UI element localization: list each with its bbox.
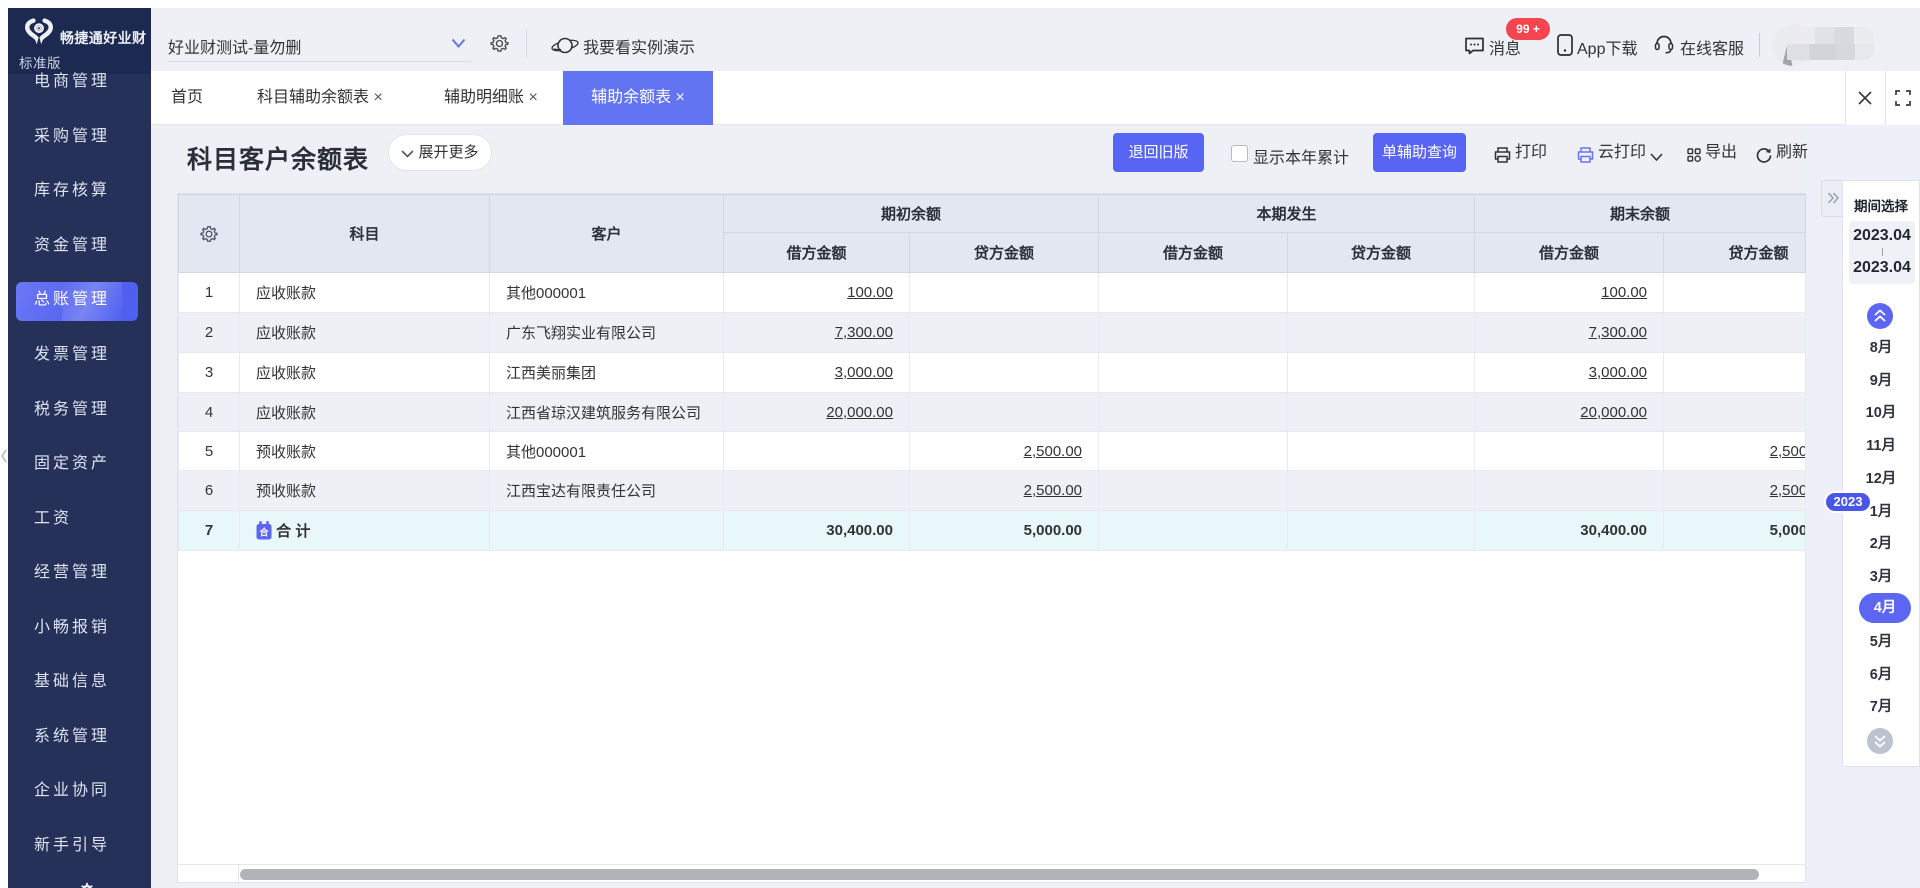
svg-text:合: 合 (259, 527, 269, 538)
